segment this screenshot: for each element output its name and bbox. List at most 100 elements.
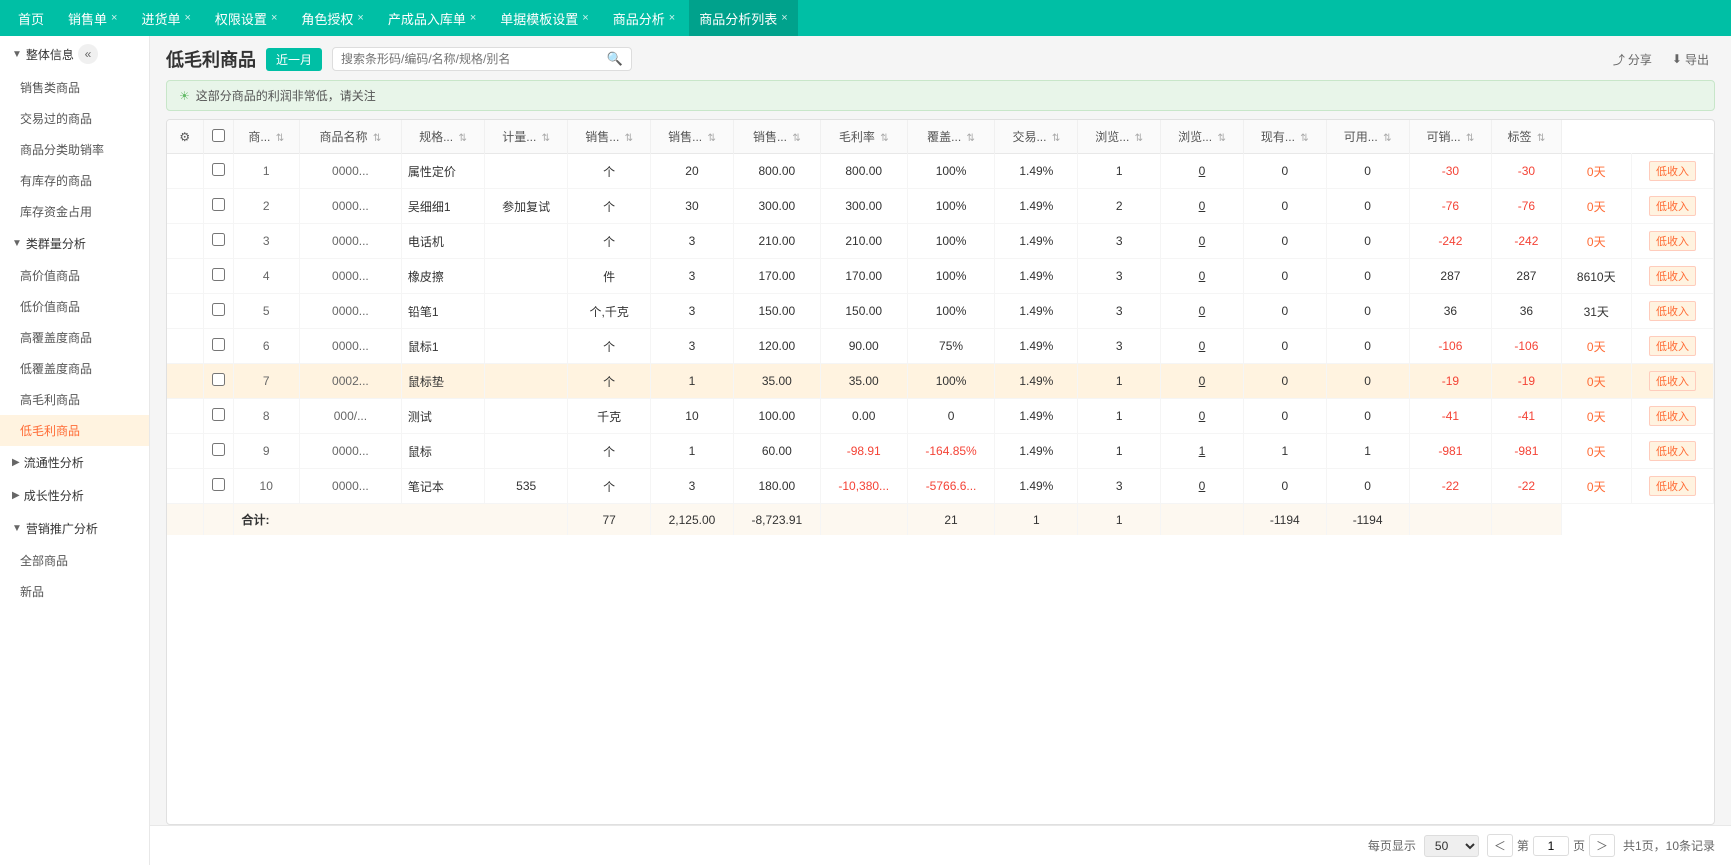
row-checkbox[interactable] [212, 303, 225, 316]
col-sale-amt[interactable]: 销售... ⇅ [651, 120, 734, 154]
sidebar-group-marketing[interactable]: ▼ 营销推广分析 [0, 512, 149, 545]
col-stock[interactable]: 现有... ⇅ [1243, 120, 1326, 154]
close-icon[interactable]: × [184, 12, 190, 24]
sidebar-group-growth[interactable]: ▶ 成长性分析 [0, 479, 149, 512]
sidebar-item-high-coverage[interactable]: 高覆盖度商品 [0, 322, 149, 353]
row-checkbox-cell[interactable] [203, 189, 233, 224]
share-button[interactable]: ⤴ 分享 [1607, 48, 1658, 71]
col-tag[interactable]: 标签 ⇅ [1492, 120, 1561, 154]
row-trade[interactable]: 0 [1161, 329, 1244, 364]
row-checkbox[interactable] [212, 268, 225, 281]
row-checkbox-cell[interactable] [203, 364, 233, 399]
row-checkbox[interactable] [212, 338, 225, 351]
row-checkbox[interactable] [212, 478, 225, 491]
sidebar-item-traded-goods[interactable]: 交易过的商品 [0, 103, 149, 134]
sidebar-item-stocked-goods[interactable]: 有库存的商品 [0, 165, 149, 196]
prev-page-button[interactable]: ＜ [1487, 834, 1513, 857]
sidebar-item-capital[interactable]: 库存资金占用 [0, 196, 149, 227]
page-number-input[interactable] [1533, 836, 1569, 856]
sidebar-item-sales-goods[interactable]: 销售类商品 [0, 72, 149, 103]
row-checkbox-cell[interactable] [203, 294, 233, 329]
collapse-btn[interactable]: « [78, 44, 98, 64]
row-checkbox[interactable] [212, 163, 225, 176]
sidebar-group-circulation[interactable]: ▶ 流通性分析 [0, 446, 149, 479]
nav-role[interactable]: 角色授权 × [291, 0, 373, 36]
col-spec[interactable]: 规格... ⇅ [401, 120, 484, 154]
sidebar-item-new-goods[interactable]: 新品 [0, 576, 149, 607]
row-trade[interactable]: 0 [1161, 469, 1244, 504]
row-unit: 件 [568, 259, 651, 294]
row-checkbox-cell[interactable] [203, 399, 233, 434]
nav-goods-analysis[interactable]: 商品分析 × [603, 0, 685, 36]
sidebar-item-all-goods[interactable]: 全部商品 [0, 545, 149, 576]
sidebar-item-high-value[interactable]: 高价值商品 [0, 260, 149, 291]
row-trade[interactable]: 0 [1161, 154, 1244, 189]
row-trade[interactable]: 0 [1161, 364, 1244, 399]
nav-permission[interactable]: 权限设置 × [205, 0, 287, 36]
row-checkbox[interactable] [212, 198, 225, 211]
close-icon[interactable]: × [357, 12, 363, 24]
col-sale-amt2[interactable]: 销售... ⇅ [733, 120, 820, 154]
col-avail[interactable]: 可用... ⇅ [1326, 120, 1409, 154]
col-sale-qty[interactable]: 销售... ⇅ [568, 120, 651, 154]
col-coverage[interactable]: 覆盖... ⇅ [907, 120, 995, 154]
row-checkbox-cell[interactable] [203, 154, 233, 189]
row-checkbox-cell[interactable] [203, 329, 233, 364]
row-checkbox-cell[interactable] [203, 434, 233, 469]
close-icon[interactable]: × [669, 12, 675, 24]
row-checkbox-cell[interactable] [203, 259, 233, 294]
close-icon[interactable]: × [271, 12, 277, 24]
sidebar-item-category-rate[interactable]: 商品分类助销率 [0, 134, 149, 165]
row-checkbox-cell[interactable] [203, 224, 233, 259]
row-checkbox[interactable] [212, 373, 225, 386]
date-filter-button[interactable]: 近一月 [266, 48, 322, 71]
row-checkbox[interactable] [212, 443, 225, 456]
row-trade[interactable]: 0 [1161, 294, 1244, 329]
search-input[interactable] [341, 52, 607, 66]
select-all-checkbox[interactable] [212, 129, 225, 142]
row-trade[interactable]: 0 [1161, 259, 1244, 294]
page-size-select[interactable]: 50 100 200 [1424, 835, 1479, 857]
checkbox-column-header[interactable] [203, 120, 233, 154]
col-browse2[interactable]: 浏览... ⇅ [1161, 120, 1244, 154]
row-name: 橡皮擦 [401, 259, 484, 294]
sidebar-item-high-margin[interactable]: 高毛利商品 [0, 384, 149, 415]
col-browse1[interactable]: 浏览... ⇅ [1078, 120, 1161, 154]
sidebar-item-low-value[interactable]: 低价值商品 [0, 291, 149, 322]
sidebar-group-overall[interactable]: ▼ 整体信息 « [0, 36, 149, 72]
nav-product-in[interactable]: 产成品入库单 × [378, 0, 486, 36]
row-checkbox[interactable] [212, 233, 225, 246]
nav-home[interactable]: 首页 [8, 0, 54, 36]
row-name: 电话机 [401, 224, 484, 259]
close-icon[interactable]: × [781, 12, 787, 24]
nav-template[interactable]: 单据模板设置 × [490, 0, 598, 36]
col-gross[interactable]: 毛利率 ⇅ [820, 120, 907, 154]
col-saleable[interactable]: 可销... ⇅ [1409, 120, 1492, 154]
row-sale-amt: 120.00 [733, 329, 820, 364]
col-name[interactable]: 商品名称 ⇅ [299, 120, 401, 154]
sidebar-item-low-coverage[interactable]: 低覆盖度商品 [0, 353, 149, 384]
close-icon[interactable]: × [582, 12, 588, 24]
nav-purchase[interactable]: 进货单 × [131, 0, 200, 36]
col-code[interactable]: 商... ⇅ [233, 120, 299, 154]
nav-sales[interactable]: 销售单 × [58, 0, 127, 36]
col-trade[interactable]: 交易... ⇅ [995, 120, 1078, 154]
row-spec [485, 259, 568, 294]
col-unit[interactable]: 计量... ⇅ [485, 120, 568, 154]
sidebar-item-low-margin[interactable]: 低毛利商品 [0, 415, 149, 446]
row-checkbox-cell[interactable] [203, 469, 233, 504]
row-checkbox[interactable] [212, 408, 225, 421]
close-icon[interactable]: × [470, 12, 476, 24]
row-gross: 1.49% [995, 329, 1078, 364]
row-trade[interactable]: 0 [1161, 399, 1244, 434]
next-page-button[interactable]: ＞ [1589, 834, 1615, 857]
nav-goods-analysis-list[interactable]: 商品分析列表 × [689, 0, 797, 36]
row-trade[interactable]: 0 [1161, 224, 1244, 259]
settings-column-header[interactable]: ⚙ [167, 120, 203, 154]
row-trade[interactable]: 1 [1161, 434, 1244, 469]
close-icon[interactable]: × [111, 12, 117, 24]
row-trade[interactable]: 0 [1161, 189, 1244, 224]
search-icon[interactable]: 🔍 [607, 51, 623, 67]
export-button[interactable]: ⬇ 导出 [1666, 48, 1715, 71]
sidebar-group-cluster[interactable]: ▼ 类群量分析 [0, 227, 149, 260]
